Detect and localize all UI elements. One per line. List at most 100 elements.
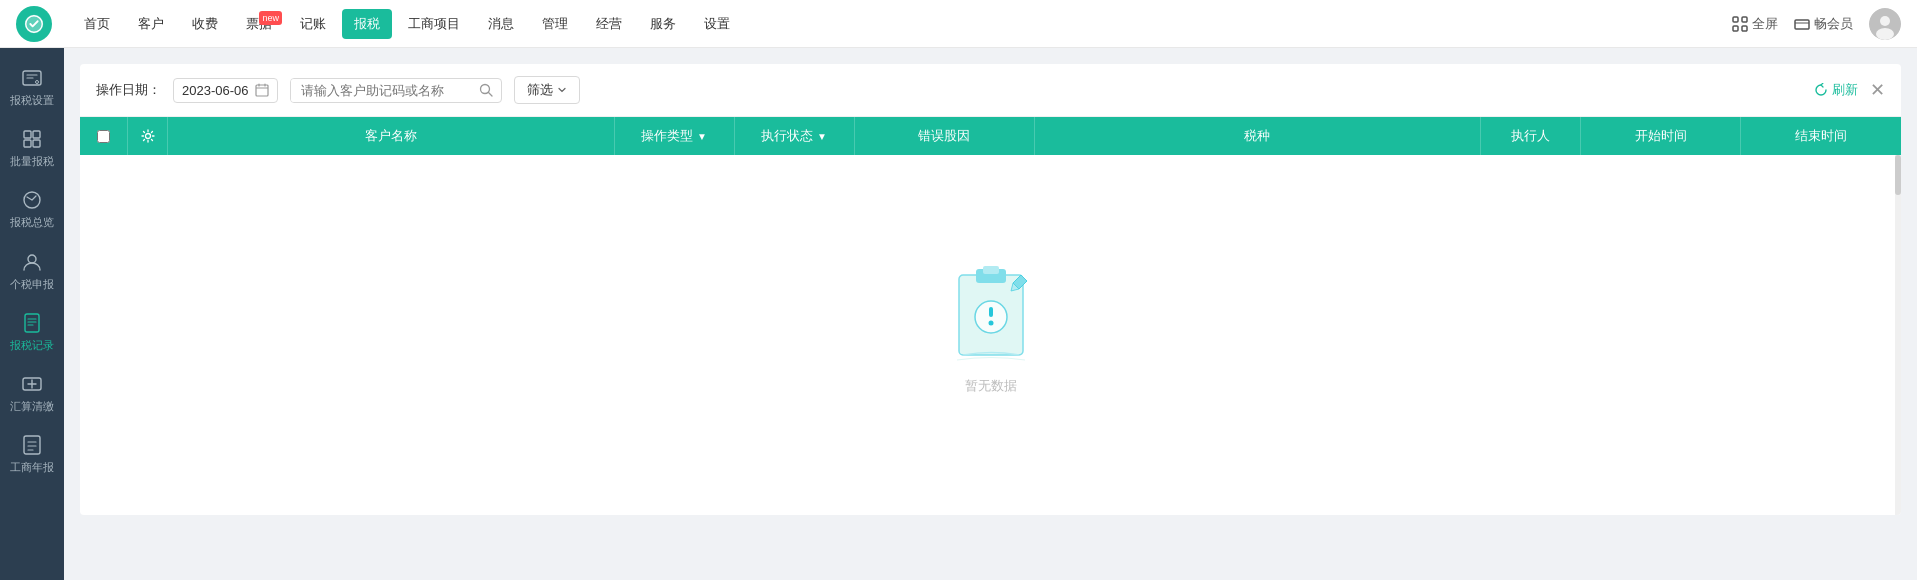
svg-rect-5 xyxy=(1795,20,1809,29)
svg-rect-14 xyxy=(33,140,40,147)
annual-report-icon xyxy=(20,433,44,457)
search-input[interactable] xyxy=(291,79,471,102)
main-layout: 报税设置批量报税报税总览个税申报报税记录汇算清缴工商年报 操作日期： 2023-… xyxy=(0,48,1917,580)
top-navigation: 首页客户收费票据new记账报税工商项目消息管理经营服务设置 全屏 畅会员 xyxy=(0,0,1917,48)
sort-icon-status: ▼ xyxy=(817,131,827,142)
toolbar: 操作日期： 2023-06-06 xyxy=(80,64,1901,117)
search-wrapper xyxy=(290,78,502,103)
svg-rect-20 xyxy=(256,85,268,96)
tax-settings-icon xyxy=(20,66,44,90)
badge-new: new xyxy=(259,11,282,25)
svg-rect-19 xyxy=(24,436,40,454)
th-executor: 执行人 xyxy=(1481,117,1581,155)
nav-item-工商项目[interactable]: 工商项目 xyxy=(396,9,472,39)
vip-btn[interactable]: 畅会员 xyxy=(1794,15,1853,33)
top-nav-right: 全屏 畅会员 xyxy=(1732,8,1901,40)
scrollbar-track[interactable] xyxy=(1895,155,1901,515)
svg-point-7 xyxy=(1880,16,1890,26)
th-checkbox[interactable] xyxy=(80,117,128,155)
tax-overview-icon xyxy=(20,188,44,212)
close-button[interactable]: ✕ xyxy=(1870,81,1885,99)
sidebar-item-label: 报税记录 xyxy=(10,339,54,352)
sidebar-item-报税记录[interactable]: 报税记录 xyxy=(0,301,64,362)
scrollbar-thumb[interactable] xyxy=(1895,155,1901,195)
svg-rect-12 xyxy=(33,131,40,138)
personal-tax-icon xyxy=(20,250,44,274)
refresh-button[interactable]: 刷新 xyxy=(1814,81,1858,99)
search-button[interactable] xyxy=(471,79,501,101)
sidebar-item-label: 汇算清缴 xyxy=(10,400,54,413)
nav-item-管理[interactable]: 管理 xyxy=(530,9,580,39)
th-client-name: 客户名称 xyxy=(168,117,615,155)
vip-label: 畅会员 xyxy=(1814,15,1853,33)
nav-item-收费[interactable]: 收费 xyxy=(180,9,230,39)
sidebar-item-批量报税[interactable]: 批量报税 xyxy=(0,117,64,178)
chevron-down-icon xyxy=(557,85,567,95)
svg-rect-2 xyxy=(1742,17,1747,22)
table-header: 客户名称 操作类型 ▼ 执行状态 ▼ 错误股因 税种 执行人 xyxy=(80,117,1901,155)
th-start-time: 开始时间 xyxy=(1581,117,1741,155)
svg-rect-25 xyxy=(983,266,999,274)
nav-item-经营[interactable]: 经营 xyxy=(584,9,634,39)
sidebar-item-个税申报[interactable]: 个税申报 xyxy=(0,240,64,301)
select-all-checkbox[interactable] xyxy=(97,130,110,143)
svg-rect-4 xyxy=(1742,26,1747,31)
fullscreen-btn[interactable]: 全屏 xyxy=(1732,15,1778,33)
sidebar-item-label: 个税申报 xyxy=(10,278,54,291)
batch-tax-icon xyxy=(20,127,44,151)
sidebar-item-汇算清缴[interactable]: 汇算清缴 xyxy=(0,362,64,423)
sidebar: 报税设置批量报税报税总览个税申报报税记录汇算清缴工商年报 xyxy=(0,48,64,580)
th-exec-status[interactable]: 执行状态 ▼ xyxy=(735,117,855,155)
nav-item-票据[interactable]: 票据new xyxy=(234,9,284,39)
svg-point-10 xyxy=(36,81,39,84)
empty-svg xyxy=(941,255,1041,365)
tax-record-icon xyxy=(20,311,44,335)
refresh-icon xyxy=(1814,83,1828,97)
empty-state: 暂无数据 xyxy=(80,155,1901,495)
th-tax-type: 税种 xyxy=(1035,117,1482,155)
filter-button[interactable]: 筛选 xyxy=(514,76,580,104)
nav-item-首页[interactable]: 首页 xyxy=(72,9,122,39)
th-end-time: 结束时间 xyxy=(1741,117,1901,155)
user-avatar[interactable] xyxy=(1869,8,1901,40)
fullscreen-icon xyxy=(1732,16,1748,32)
settlement-icon xyxy=(20,372,44,396)
svg-rect-27 xyxy=(989,307,993,317)
empty-illustration xyxy=(941,255,1041,365)
sidebar-item-label: 工商年报 xyxy=(10,461,54,474)
th-error-reason: 错误股因 xyxy=(855,117,1035,155)
nav-item-服务[interactable]: 服务 xyxy=(638,9,688,39)
date-label: 操作日期： xyxy=(96,81,161,99)
svg-point-28 xyxy=(988,321,993,326)
sidebar-item-报税设置[interactable]: 报税设置 xyxy=(0,56,64,117)
svg-rect-11 xyxy=(24,131,31,138)
sidebar-item-报税总览[interactable]: 报税总览 xyxy=(0,178,64,239)
search-icon xyxy=(479,83,493,97)
svg-point-8 xyxy=(1876,28,1894,40)
table-body: 暂无数据 xyxy=(80,155,1901,515)
app-logo[interactable] xyxy=(16,6,52,42)
th-gear[interactable] xyxy=(128,117,168,155)
nav-item-设置[interactable]: 设置 xyxy=(692,9,742,39)
svg-rect-3 xyxy=(1733,26,1738,31)
nav-item-消息[interactable]: 消息 xyxy=(476,9,526,39)
fullscreen-label: 全屏 xyxy=(1752,15,1778,33)
filter-label: 筛选 xyxy=(527,81,553,99)
th-op-type[interactable]: 操作类型 ▼ xyxy=(615,117,735,155)
sidebar-item-label: 批量报税 xyxy=(10,155,54,168)
main-content: 操作日期： 2023-06-06 xyxy=(64,48,1917,580)
svg-point-16 xyxy=(28,255,36,263)
nav-items: 首页客户收费票据new记账报税工商项目消息管理经营服务设置 xyxy=(72,9,1732,39)
sort-icon-optype: ▼ xyxy=(697,131,707,142)
calendar-icon xyxy=(255,83,269,97)
date-picker[interactable]: 2023-06-06 xyxy=(173,78,278,103)
sidebar-item-label: 报税设置 xyxy=(10,94,54,107)
nav-item-报税[interactable]: 报税 xyxy=(342,9,392,39)
sidebar-item-工商年报[interactable]: 工商年报 xyxy=(0,423,64,484)
nav-item-记账[interactable]: 记账 xyxy=(288,9,338,39)
sidebar-item-label: 报税总览 xyxy=(10,216,54,229)
svg-point-22 xyxy=(145,134,150,139)
svg-rect-1 xyxy=(1733,17,1738,22)
nav-item-客户[interactable]: 客户 xyxy=(126,9,176,39)
vip-icon xyxy=(1794,16,1810,32)
